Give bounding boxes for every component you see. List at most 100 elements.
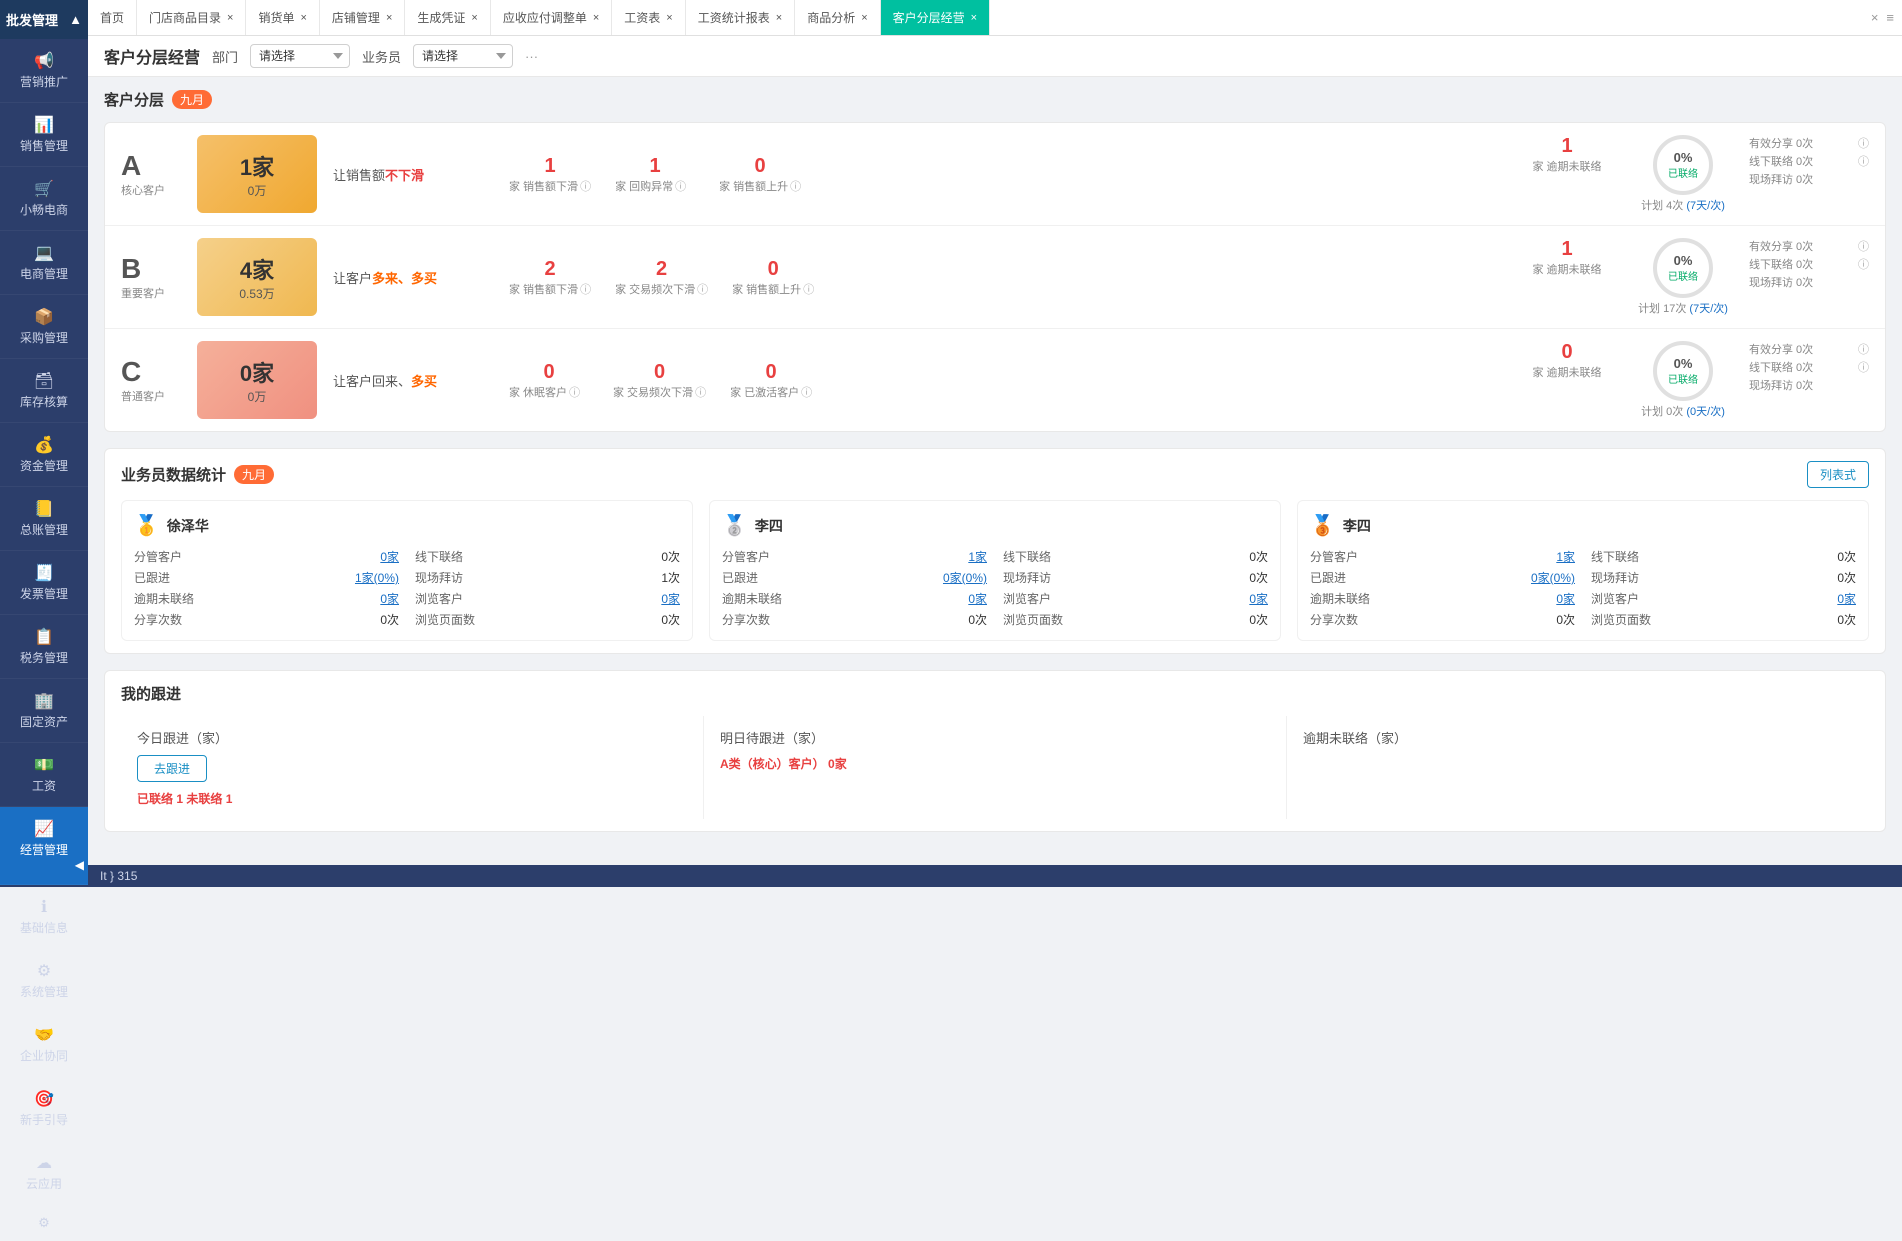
tier-c-rs-2-info[interactable]: ⓘ xyxy=(1858,359,1869,375)
sidebar-item-zijingl[interactable]: 💰 资金管理 xyxy=(0,423,88,487)
sidebar-item-xinshouyd[interactable]: 🎯 新手引导 xyxy=(0,1077,88,1141)
tab-xiaohuo-close[interactable]: × xyxy=(300,12,306,24)
tier-c-count-box[interactable]: 0家 0万 xyxy=(197,341,317,419)
tier-a-count-box[interactable]: 1家 0万 xyxy=(197,135,317,213)
staff-2-stat-1-val[interactable]: 1家 xyxy=(968,548,987,565)
tab-yingshf-close[interactable]: × xyxy=(593,12,599,24)
tier-a-rs-2-label: 线下联络 0次 xyxy=(1749,153,1813,169)
staff-select[interactable]: 请选择 xyxy=(413,44,513,68)
tier-a-rs-2-info[interactable]: ⓘ xyxy=(1858,153,1869,169)
goto-followup-button[interactable]: 去跟进 xyxy=(137,755,207,782)
info-icon-2[interactable]: ⓘ xyxy=(675,178,686,194)
tier-b-rs-1-info[interactable]: ⓘ xyxy=(1858,238,1869,254)
staff-1-stat-1: 分管客户 0家 xyxy=(134,548,399,565)
tab-gongzb[interactable]: 工资表 × xyxy=(612,0,685,36)
tier-c-uncontact[interactable]: 0 家 逾期未联络 xyxy=(1517,341,1617,419)
tab-mendian-close[interactable]: × xyxy=(227,12,233,24)
tab-shengping-close[interactable]: × xyxy=(471,12,477,24)
tab-menu-icon[interactable]: ≡ xyxy=(1886,10,1894,25)
staff-1-stat-3-val[interactable]: 1家(0%) xyxy=(355,569,399,586)
sidebar-settings[interactable]: ⚙ xyxy=(0,1205,88,1241)
info-icon-1[interactable]: ⓘ xyxy=(580,178,591,194)
tier-a-uncontact[interactable]: 1 家 逾期未联络 xyxy=(1517,135,1617,213)
sidebar-item-gongzi[interactable]: 💵 工资 xyxy=(0,743,88,807)
sidebar-collapse-icon[interactable]: ▲ xyxy=(69,12,82,27)
info-icon-c3[interactable]: ⓘ xyxy=(801,384,812,400)
list-view-button[interactable]: 列表式 xyxy=(1807,461,1869,488)
staff-3-stat-5-val[interactable]: 0家 xyxy=(1556,590,1575,607)
sidebar-item-fapiagl[interactable]: 🧾 发票管理 xyxy=(0,551,88,615)
sidebar-item-xiaochangec[interactable]: 🛒 小畅电商 xyxy=(0,167,88,231)
sidebar-item-yxtuiguang[interactable]: 📢 营销推广 xyxy=(0,39,88,103)
tier-b-rs-2-info[interactable]: ⓘ xyxy=(1858,256,1869,272)
sidebar-item-qiyext[interactable]: 🤝 企业协同 xyxy=(0,1013,88,1077)
sidebar-item-xiaoshougl[interactable]: 📊 销售管理 xyxy=(0,103,88,167)
sidebar-item-jichu[interactable]: ℹ 基础信息 xyxy=(0,885,88,949)
sidebar-item-zhanggl[interactable]: 📒 总账管理 xyxy=(0,487,88,551)
tab-gongztjb[interactable]: 工资统计报表 × xyxy=(686,0,795,36)
info-icon-c2[interactable]: ⓘ xyxy=(695,384,706,400)
tab-kehufjy-close[interactable]: × xyxy=(971,12,977,24)
staff-1-stat-5-val[interactable]: 0家 xyxy=(380,590,399,607)
tier-b-uncontact[interactable]: 1 家 逾期未联络 xyxy=(1517,238,1617,316)
more-options-icon[interactable]: ··· xyxy=(525,49,538,64)
tab-dianpu-close[interactable]: × xyxy=(386,12,392,24)
sidebar-item-yunyingyy[interactable]: ☁ 云应用 xyxy=(0,1141,88,1205)
tier-a-amount: 0万 xyxy=(248,182,267,199)
sidebar-item-dianshgl[interactable]: 💻 电商管理 xyxy=(0,231,88,295)
tier-c-stat-2[interactable]: 0 家 交易频次下滑 ⓘ xyxy=(613,361,706,400)
tab-home[interactable]: 首页 xyxy=(88,0,137,36)
tier-a-stat-1[interactable]: 1 家 销售额下滑 ⓘ xyxy=(509,155,591,194)
tier-b-stat-2[interactable]: 2 家 交易频次下滑 ⓘ xyxy=(615,258,708,297)
info-icon-b2[interactable]: ⓘ xyxy=(697,281,708,297)
info-icon-b3[interactable]: ⓘ xyxy=(803,281,814,297)
tier-a-stat-3[interactable]: 0 家 销售额上升 ⓘ xyxy=(719,155,801,194)
sidebar-logo[interactable]: 批发管理 ▲ xyxy=(0,0,88,39)
tab-shangpinfx[interactable]: 商品分析 × xyxy=(795,0,880,36)
staff-3-stat-3-label: 已跟进 xyxy=(1310,569,1346,586)
tier-a-rs-1-info[interactable]: ⓘ xyxy=(1858,135,1869,151)
sidebar-item-shuiwugl[interactable]: 📋 税务管理 xyxy=(0,615,88,679)
tier-c-stat-3[interactable]: 0 家 已激活客户 ⓘ xyxy=(730,361,812,400)
tier-c-plan-freq[interactable]: (0天/次) xyxy=(1686,406,1725,418)
sidebar-item-gudingzc[interactable]: 🏢 固定资产 xyxy=(0,679,88,743)
tab-close-all-icon[interactable]: × xyxy=(1871,10,1879,25)
tab-shangpinfx-close[interactable]: × xyxy=(861,12,867,24)
tier-b-plan-freq[interactable]: (7天/次) xyxy=(1689,303,1728,315)
tab-gongzb-close[interactable]: × xyxy=(666,12,672,24)
tier-b-stat-3[interactable]: 0 家 销售额上升 ⓘ xyxy=(732,258,814,297)
info-icon-3[interactable]: ⓘ xyxy=(790,178,801,194)
tab-yingshf[interactable]: 应收应付调整单 × xyxy=(491,0,612,36)
tab-kehufjy[interactable]: 客户分层经营 × xyxy=(881,0,990,36)
staff-3-stat-6-val[interactable]: 0家 xyxy=(1837,590,1856,607)
tab-gongztjb-close[interactable]: × xyxy=(776,12,782,24)
staff-2-stat-5-val[interactable]: 0家 xyxy=(968,590,987,607)
tier-b-count-box[interactable]: 4家 0.53万 xyxy=(197,238,317,316)
staff-1-header: 🥇 徐泽华 xyxy=(134,513,680,538)
sidebar-item-caigougl[interactable]: 📦 采购管理 xyxy=(0,295,88,359)
staff-1-stat-1-val[interactable]: 0家 xyxy=(380,548,399,565)
info-icon-b1[interactable]: ⓘ xyxy=(580,281,591,297)
dept-select[interactable]: 请选择 xyxy=(250,44,350,68)
staff-2-stat-3-val[interactable]: 0家(0%) xyxy=(943,569,987,586)
tier-c-rs-1-info[interactable]: ⓘ xyxy=(1858,341,1869,357)
sidebar-item-kucunhs[interactable]: 🗃 库存核算 xyxy=(0,359,88,423)
sidebar-item-xitgl[interactable]: ⚙ 系统管理 xyxy=(0,949,88,1013)
tab-mendian[interactable]: 门店商品目录 × xyxy=(137,0,246,36)
tier-b-stat-1[interactable]: 2 家 销售额下滑 ⓘ xyxy=(509,258,591,297)
tier-a-stat-2[interactable]: 1 家 回购异常 ⓘ xyxy=(615,155,695,194)
info-icon-c1[interactable]: ⓘ xyxy=(569,384,580,400)
staff-3-stat-3-val[interactable]: 0家(0%) xyxy=(1531,569,1575,586)
staff-2-stat-6-val[interactable]: 0家 xyxy=(1249,590,1268,607)
tier-b-action-highlight: 多来、多买 xyxy=(372,268,437,287)
tab-xiaohuo[interactable]: 销货单 × xyxy=(246,0,319,36)
staff-1-stat-6-val[interactable]: 0家 xyxy=(661,590,680,607)
tier-c-rs-3: 现场拜访 0次 xyxy=(1749,377,1869,393)
sidebar-item-jingygl[interactable]: 📈 经营管理 ◀ xyxy=(0,807,88,885)
staff-3-stat-1-val[interactable]: 1家 xyxy=(1556,548,1575,565)
tier-c-stat-1[interactable]: 0 家 休眠客户 ⓘ xyxy=(509,361,589,400)
sidebar-logo-text: 批发管理 xyxy=(6,10,58,29)
tab-shengping[interactable]: 生成凭证 × xyxy=(405,0,490,36)
tier-a-plan-freq[interactable]: (7天/次) xyxy=(1686,200,1725,212)
tab-dianpu[interactable]: 店铺管理 × xyxy=(320,0,405,36)
